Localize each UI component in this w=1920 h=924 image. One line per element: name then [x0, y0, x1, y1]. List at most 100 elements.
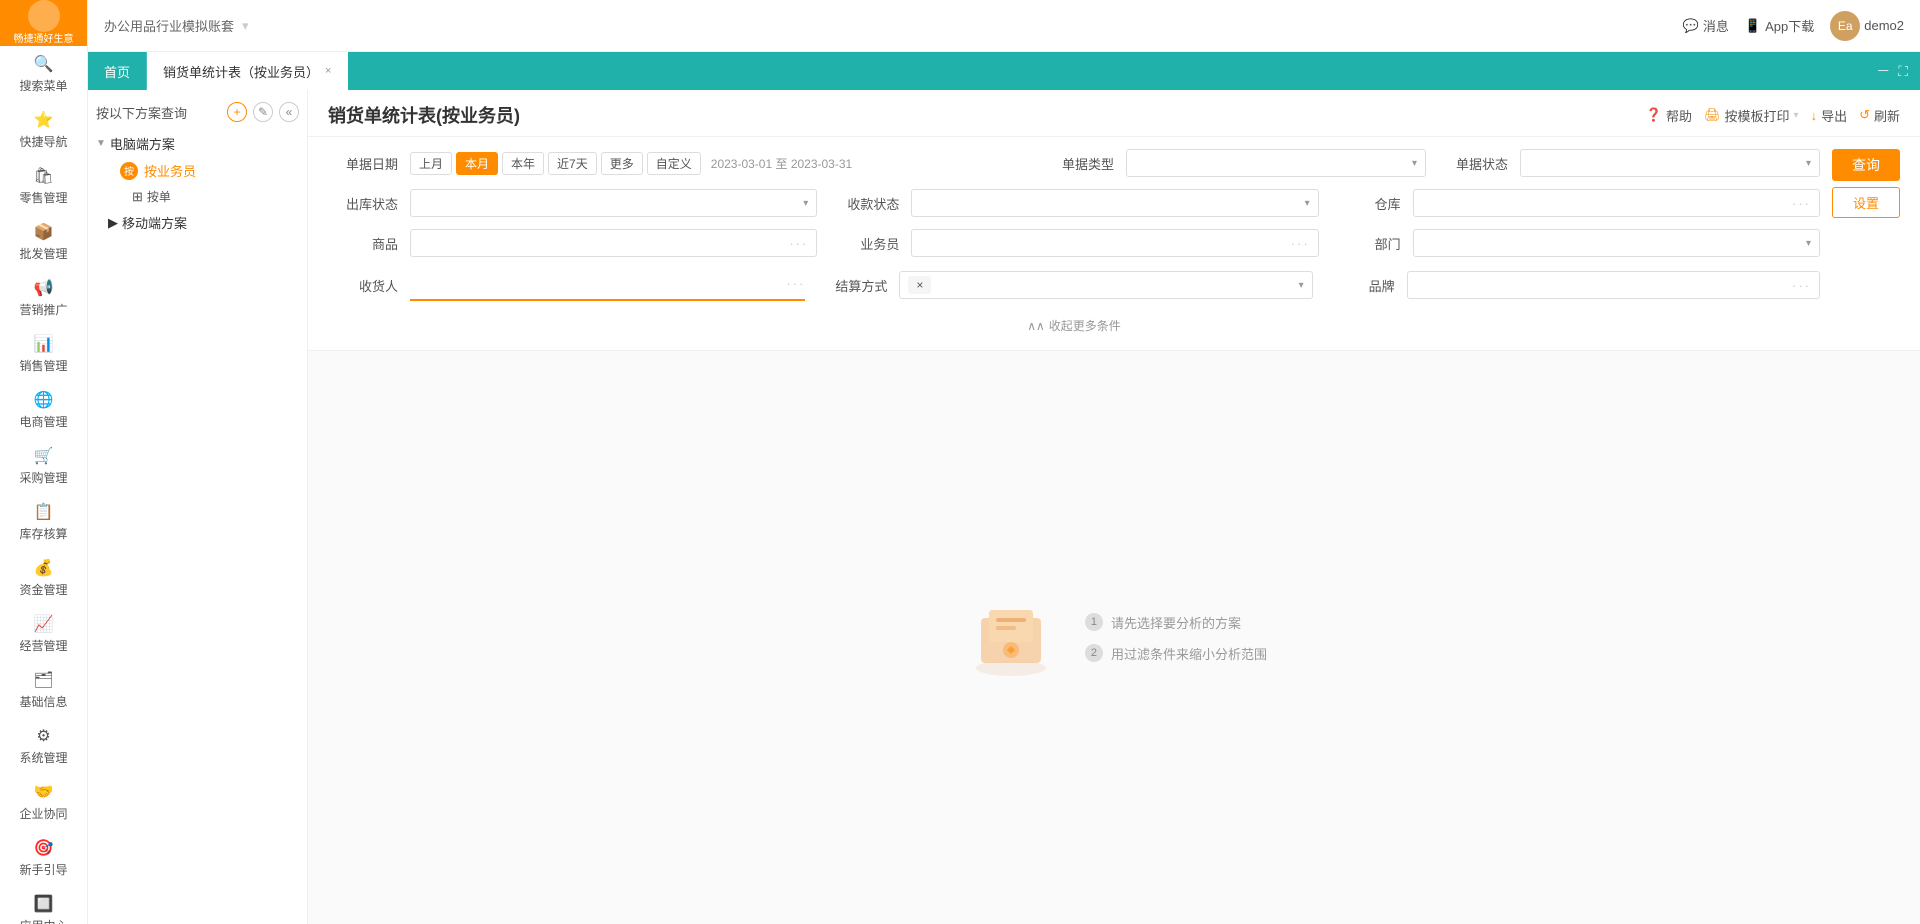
- goods-label: 商品: [328, 234, 398, 253]
- print-btn[interactable]: 🖨 按模板打印 ▾: [1704, 106, 1799, 125]
- recv-status-chevron-icon: ▾: [1305, 198, 1310, 209]
- tabbar-actions: － ⛶: [1864, 52, 1920, 90]
- topbar: 办公用品行业模拟账套 ▾ 💬 消息 📱 App下载 Ea demo2: [88, 0, 1920, 52]
- sidebar-item-ecommerce[interactable]: 🌐电商管理: [0, 382, 88, 438]
- export-btn[interactable]: ↓ 导出: [1811, 106, 1848, 125]
- tree-child-salesperson[interactable]: 按 按业务员: [96, 157, 299, 184]
- app-download-btn[interactable]: 📱 App下载: [1745, 16, 1814, 35]
- recv-status-select[interactable]: ▾: [911, 189, 1318, 217]
- brand-select[interactable]: ···: [1407, 271, 1820, 299]
- sidebar-item-marketing[interactable]: 📢营销推广: [0, 270, 88, 326]
- date-range: 2023-03-01 至 2023-03-31: [711, 155, 852, 172]
- message-btn[interactable]: 💬 消息: [1683, 16, 1729, 35]
- consignee-label: 收货人: [328, 276, 398, 295]
- sidebar-label-search: 搜索菜单: [19, 77, 67, 94]
- tab-home[interactable]: 首页: [88, 52, 147, 90]
- collapse-btn[interactable]: ∧∧ 收起更多条件: [328, 313, 1820, 338]
- consignee-input[interactable]: [410, 269, 786, 297]
- payment-tag-close[interactable]: ×: [916, 278, 923, 292]
- app-name: 畅捷通好生意: [14, 34, 74, 46]
- logo-icon: [28, 0, 60, 32]
- doc-status-chevron-icon: ▾: [1806, 158, 1811, 169]
- tabbar: 首页 销货单统计表（按业务员） × － ⛶: [88, 52, 1920, 90]
- window-minimize-icon[interactable]: －: [1876, 61, 1890, 81]
- tab-report[interactable]: 销货单统计表（按业务员） ×: [147, 52, 348, 90]
- retail-icon: 🛍: [34, 166, 54, 186]
- refresh-btn[interactable]: ↺ 刷新: [1859, 106, 1900, 125]
- panel-header-label: 按以下方案查询: [96, 103, 187, 122]
- marketing-icon: 📢: [34, 278, 54, 298]
- sidebar-label-inventory: 库存核算: [19, 525, 67, 542]
- sidebar-item-search[interactable]: 🔍搜索菜单: [0, 46, 88, 102]
- date-btn-thismonth[interactable]: 本月: [456, 152, 498, 175]
- page-header-actions: ❓ 帮助 🖨 按模板打印 ▾ ↓ 导出 ↺ 刷新: [1646, 106, 1900, 125]
- date-btn-lastmonth[interactable]: 上月: [410, 152, 452, 175]
- action-buttons: 查询 设置: [1832, 149, 1900, 218]
- sidebar-item-enterprise[interactable]: 🤝企业协同: [0, 774, 88, 830]
- settings-button[interactable]: 设置: [1832, 187, 1900, 218]
- dept-select[interactable]: ▾: [1413, 229, 1820, 257]
- date-btn-thisyear[interactable]: 本年: [502, 152, 544, 175]
- empty-state: 1 请先选择要分析的方案 2 用过滤条件来缩小分析范围: [308, 351, 1920, 924]
- tab-home-label: 首页: [104, 62, 130, 81]
- tree-expand-icon: ▼: [96, 138, 106, 149]
- doc-type-label: 单据类型: [1044, 154, 1114, 173]
- sales-icon: 📊: [34, 334, 54, 354]
- tree-parent-pc[interactable]: ▼ 电脑端方案: [96, 130, 299, 157]
- payment-select[interactable]: × ▾: [899, 271, 1312, 299]
- sidebar-item-retail[interactable]: 🛍零售管理: [0, 158, 88, 214]
- doc-status-select[interactable]: ▾: [1520, 149, 1820, 177]
- tree-grandchild-order[interactable]: ⊞ 按单: [96, 184, 299, 209]
- sidebar-item-nav[interactable]: ⭐快捷导航: [0, 102, 88, 158]
- collapse-panel-btn[interactable]: «: [279, 102, 299, 122]
- tree-parent-mobile[interactable]: ▶ 移动端方案: [96, 209, 299, 236]
- user-area[interactable]: Ea demo2: [1830, 11, 1904, 41]
- nav-icon: ⭐: [34, 110, 54, 130]
- sidebar-item-inventory[interactable]: 📋库存核算: [0, 494, 88, 550]
- goods-select[interactable]: ···: [410, 229, 817, 257]
- out-status-select[interactable]: ▾: [410, 189, 817, 217]
- goods-dots: ···: [789, 236, 808, 251]
- dept-chevron-icon: ▾: [1806, 238, 1811, 249]
- order-icon: ⊞: [132, 189, 143, 205]
- right-content: 销货单统计表(按业务员) ❓ 帮助 🖨 按模板打印 ▾ ↓ 导出: [308, 90, 1920, 924]
- consignee-dots: ···: [786, 276, 805, 291]
- tab-close-icon[interactable]: ×: [325, 65, 331, 77]
- main-area: 办公用品行业模拟账套 ▾ 💬 消息 📱 App下载 Ea demo2 首页 销货…: [88, 0, 1920, 924]
- window-maximize-icon[interactable]: ⛶: [1898, 63, 1908, 80]
- sidebar-item-newbie[interactable]: 🎯新手引导: [0, 830, 88, 886]
- salesperson-select[interactable]: ···: [911, 229, 1318, 257]
- sidebar-item-sales[interactable]: 📊 销售管理: [0, 326, 88, 382]
- sidebar-item-operation[interactable]: 📈经营管理: [0, 606, 88, 662]
- date-btn-more[interactable]: 更多: [601, 152, 643, 175]
- sidebar-item-basic[interactable]: 🗂基础信息: [0, 662, 88, 718]
- warehouse-label: 仓库: [1331, 194, 1401, 213]
- date-btn-7days[interactable]: 近7天: [548, 152, 597, 175]
- sidebar-item-apps[interactable]: 🔲应用中心: [0, 886, 88, 924]
- sidebar-item-wholesale[interactable]: 📦批发管理: [0, 214, 88, 270]
- collapse-up-icon: ∧∧: [1027, 319, 1045, 333]
- sidebar-label-sales: 销售管理: [19, 357, 67, 374]
- ecommerce-icon: 🌐: [34, 390, 54, 410]
- edit-scheme-btn[interactable]: ✎: [253, 102, 273, 122]
- tree-grandchild-order-label: 按单: [147, 188, 171, 205]
- print-arrow-icon: ▾: [1794, 110, 1799, 121]
- sidebar-item-finance[interactable]: 💰资金管理: [0, 550, 88, 606]
- app-download-label: App下载: [1765, 16, 1814, 35]
- warehouse-select[interactable]: ···: [1413, 189, 1820, 217]
- tree-child-salesperson-label: 按业务员: [144, 161, 196, 180]
- query-button[interactable]: 查询: [1832, 149, 1900, 181]
- refresh-label: 刷新: [1874, 106, 1900, 125]
- message-label: 消息: [1703, 16, 1729, 35]
- sidebar-label-finance: 资金管理: [19, 581, 67, 598]
- date-btn-custom[interactable]: 自定义: [647, 152, 701, 175]
- sidebar-label-apps: 应用中心: [19, 917, 67, 924]
- help-btn[interactable]: ❓ 帮助: [1646, 106, 1692, 125]
- tab-report-label: 销货单统计表（按业务员）: [163, 62, 319, 81]
- sidebar-item-system[interactable]: ⚙系统管理: [0, 718, 88, 774]
- add-scheme-btn[interactable]: +: [227, 102, 247, 122]
- sidebar-label-system: 系统管理: [19, 749, 67, 766]
- sidebar-item-purchase[interactable]: 🛒采购管理: [0, 438, 88, 494]
- doc-type-select[interactable]: ▾: [1126, 149, 1426, 177]
- basic-icon: 🗂: [34, 670, 54, 690]
